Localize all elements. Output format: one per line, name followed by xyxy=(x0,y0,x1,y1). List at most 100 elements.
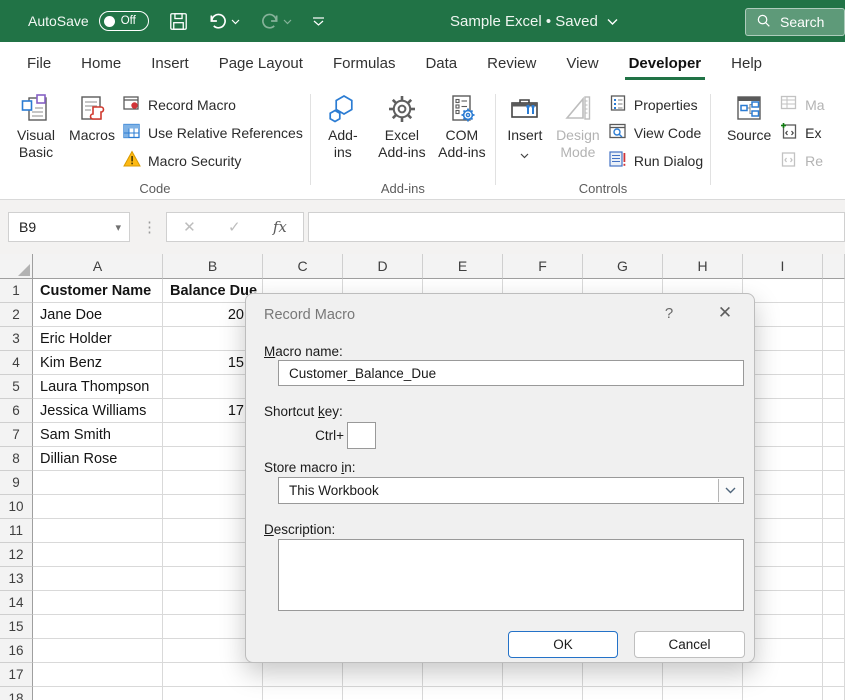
row-header-14[interactable]: 14 xyxy=(0,591,33,615)
cell-a15[interactable] xyxy=(33,615,163,639)
cell-a16[interactable] xyxy=(33,639,163,663)
ok-button[interactable]: OK xyxy=(508,631,618,658)
cell-h18[interactable] xyxy=(663,687,743,700)
cell-i11[interactable] xyxy=(743,519,823,543)
undo-button[interactable] xyxy=(208,12,240,30)
cell-i6[interactable] xyxy=(743,399,823,423)
cell-a14[interactable] xyxy=(33,591,163,615)
column-header-g[interactable]: G xyxy=(583,254,663,279)
row-header-1[interactable]: 1 xyxy=(0,279,33,303)
cell-f18[interactable] xyxy=(503,687,583,700)
column-header-c[interactable]: C xyxy=(263,254,343,279)
store-macro-in-select[interactable]: This Workbook xyxy=(278,477,744,504)
excel-add-ins-button[interactable]: Excel Add-ins xyxy=(371,84,433,160)
cell-filler-9[interactable] xyxy=(823,471,845,495)
cell-a8[interactable]: Dillian Rose xyxy=(33,447,163,471)
tab-review[interactable]: Review xyxy=(472,42,551,84)
macro-security-button[interactable]: Macro Security xyxy=(120,149,306,172)
column-header-b[interactable]: B xyxy=(163,254,263,279)
document-title[interactable]: Sample Excel • Saved xyxy=(450,0,618,42)
cell-i3[interactable] xyxy=(743,327,823,351)
column-header-h[interactable]: H xyxy=(663,254,743,279)
cell-i2[interactable] xyxy=(743,303,823,327)
cell-filler-10[interactable] xyxy=(823,495,845,519)
cell-a10[interactable] xyxy=(33,495,163,519)
row-header-15[interactable]: 15 xyxy=(0,615,33,639)
record-macro-button[interactable]: Record Macro xyxy=(120,93,306,116)
tab-home[interactable]: Home xyxy=(66,42,136,84)
cell-filler-6[interactable] xyxy=(823,399,845,423)
visual-basic-button[interactable]: Visual Basic xyxy=(8,84,64,160)
row-header-7[interactable]: 7 xyxy=(0,423,33,447)
cell-filler-17[interactable] xyxy=(823,663,845,687)
save-button[interactable] xyxy=(169,12,188,31)
cell-e18[interactable] xyxy=(423,687,503,700)
cell-b17[interactable] xyxy=(163,663,263,687)
cell-i4[interactable] xyxy=(743,351,823,375)
row-header-11[interactable]: 11 xyxy=(0,519,33,543)
cell-a11[interactable] xyxy=(33,519,163,543)
cell-filler-12[interactable] xyxy=(823,543,845,567)
run-dialog-button[interactable]: Run Dialog xyxy=(606,149,706,172)
dialog-help-button[interactable]: ? xyxy=(656,305,682,322)
cell-d17[interactable] xyxy=(343,663,423,687)
cell-filler-8[interactable] xyxy=(823,447,845,471)
cell-i12[interactable] xyxy=(743,543,823,567)
cell-filler-4[interactable] xyxy=(823,351,845,375)
cell-filler-13[interactable] xyxy=(823,567,845,591)
cell-filler-11[interactable] xyxy=(823,519,845,543)
cell-filler-18[interactable] xyxy=(823,687,845,700)
cell-filler-2[interactable] xyxy=(823,303,845,327)
cell-a4[interactable]: Kim Benz xyxy=(33,351,163,375)
cell-i14[interactable] xyxy=(743,591,823,615)
cell-a1[interactable]: Customer Name xyxy=(33,279,163,303)
cell-a18[interactable] xyxy=(33,687,163,700)
macros-button[interactable]: Macros xyxy=(64,84,120,144)
row-header-3[interactable]: 3 xyxy=(0,327,33,351)
cell-i13[interactable] xyxy=(743,567,823,591)
insert-function-icon[interactable]: fx xyxy=(273,218,287,236)
column-header-partial[interactable] xyxy=(823,254,845,279)
cell-filler-15[interactable] xyxy=(823,615,845,639)
search-input[interactable]: Search xyxy=(745,8,845,36)
name-box[interactable]: B9 ▾ xyxy=(8,212,130,242)
cell-a9[interactable] xyxy=(33,471,163,495)
cell-filler-3[interactable] xyxy=(823,327,845,351)
row-header-12[interactable]: 12 xyxy=(0,543,33,567)
cell-filler-5[interactable] xyxy=(823,375,845,399)
cell-g18[interactable] xyxy=(583,687,663,700)
formula-input[interactable] xyxy=(308,212,845,242)
row-header-10[interactable]: 10 xyxy=(0,495,33,519)
tab-insert[interactable]: Insert xyxy=(136,42,204,84)
view-code-button[interactable]: View Code xyxy=(606,121,706,144)
tab-view[interactable]: View xyxy=(551,42,613,84)
cell-a13[interactable] xyxy=(33,567,163,591)
cell-a12[interactable] xyxy=(33,543,163,567)
source-button[interactable]: Source xyxy=(721,84,777,144)
cell-a3[interactable]: Eric Holder xyxy=(33,327,163,351)
cell-i16[interactable] xyxy=(743,639,823,663)
row-header-16[interactable]: 16 xyxy=(0,639,33,663)
cell-i17[interactable] xyxy=(743,663,823,687)
macro-name-input[interactable]: Customer_Balance_Due xyxy=(278,360,744,386)
cell-f17[interactable] xyxy=(503,663,583,687)
export-button[interactable]: Ex xyxy=(777,121,827,144)
cell-i5[interactable] xyxy=(743,375,823,399)
cell-i1[interactable] xyxy=(743,279,823,303)
column-header-e[interactable]: E xyxy=(423,254,503,279)
tab-developer[interactable]: Developer xyxy=(614,42,717,84)
cell-i9[interactable] xyxy=(743,471,823,495)
cell-filler-1[interactable] xyxy=(823,279,845,303)
cell-a5[interactable]: Laura Thompson xyxy=(33,375,163,399)
cell-i8[interactable] xyxy=(743,447,823,471)
cell-h17[interactable] xyxy=(663,663,743,687)
com-add-ins-button[interactable]: COM Add-ins xyxy=(433,84,491,160)
row-header-2[interactable]: 2 xyxy=(0,303,33,327)
cell-c17[interactable] xyxy=(263,663,343,687)
column-header-a[interactable]: A xyxy=(33,254,163,279)
column-header-i[interactable]: I xyxy=(743,254,823,279)
combo-chevron-down-icon[interactable] xyxy=(718,479,742,502)
row-header-8[interactable]: 8 xyxy=(0,447,33,471)
insert-control-button[interactable]: Insert xyxy=(500,84,550,162)
formula-bar-grip-icon[interactable]: ⋮ xyxy=(142,212,158,242)
